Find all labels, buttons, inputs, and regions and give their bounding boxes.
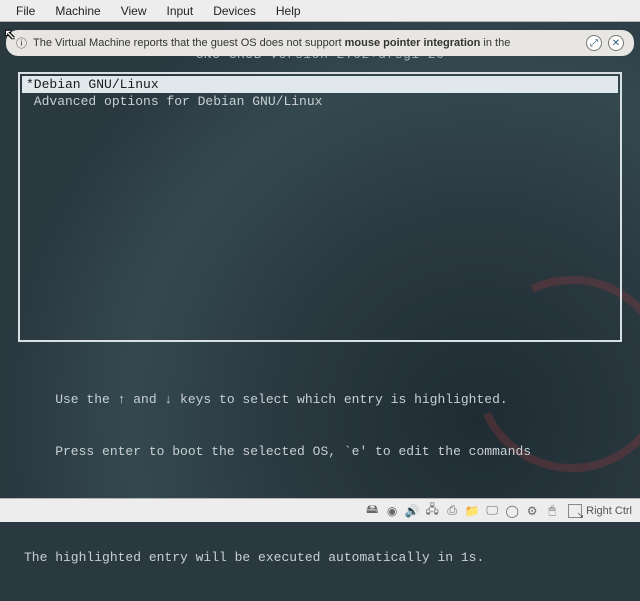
audio-icon[interactable]: 🔊 bbox=[404, 503, 420, 519]
menu-view[interactable]: View bbox=[111, 2, 157, 20]
vm-menubar: File Machine View Input Devices Help bbox=[0, 0, 640, 22]
hard-disk-icon[interactable]: 🖴 bbox=[364, 503, 380, 519]
optical-disk-icon[interactable]: ◉ bbox=[384, 503, 400, 519]
network-icon[interactable]: 🖧 bbox=[424, 503, 440, 519]
grub-menu-box[interactable]: *Debian GNU/Linux Advanced options for D… bbox=[18, 72, 622, 342]
grub-hint-line: Press enter to boot the selected OS, `e'… bbox=[24, 443, 616, 461]
vm-statusbar: 🖴 ◉ 🔊 🖧 ⎙ 📁 🖵 ◯ ⚙ 🖱 Right Ctrl bbox=[0, 498, 640, 522]
mouse-cursor-icon: ↖ bbox=[4, 27, 16, 44]
menu-machine[interactable]: Machine bbox=[45, 2, 110, 20]
grub-hint-line: Use the ↑ and ↓ keys to select which ent… bbox=[24, 391, 616, 409]
grub-entry-advanced[interactable]: Advanced options for Debian GNU/Linux bbox=[22, 93, 618, 111]
usb-icon[interactable]: ⎙ bbox=[444, 503, 460, 519]
display-icon[interactable]: 🖵 bbox=[484, 503, 500, 519]
notification-bar: ⓘ The Virtual Machine reports that the g… bbox=[6, 30, 634, 56]
notification-text: The Virtual Machine reports that the gue… bbox=[33, 37, 580, 49]
menu-input[interactable]: Input bbox=[157, 2, 204, 20]
grub-entry-debian[interactable]: *Debian GNU/Linux bbox=[22, 76, 618, 94]
grub-countdown: The highlighted entry will be executed a… bbox=[24, 549, 616, 567]
hostkey-label: Right Ctrl bbox=[586, 505, 632, 517]
menu-devices[interactable]: Devices bbox=[203, 2, 266, 20]
menu-file[interactable]: File bbox=[6, 2, 45, 20]
hostkey-indicator-icon bbox=[568, 504, 582, 518]
notification-close-button[interactable]: ✕ bbox=[608, 35, 624, 51]
recording-icon[interactable]: ◯ bbox=[504, 503, 520, 519]
info-icon: ⓘ bbox=[16, 35, 27, 51]
notification-expand-button[interactable]: ⤢ bbox=[586, 35, 602, 51]
cpu-icon[interactable]: ⚙ bbox=[524, 503, 540, 519]
shared-folders-icon[interactable]: 📁 bbox=[464, 503, 480, 519]
grub-hints: Use the ↑ and ↓ keys to select which ent… bbox=[24, 356, 616, 601]
menu-help[interactable]: Help bbox=[266, 2, 311, 20]
mouse-integration-icon[interactable]: 🖱 bbox=[544, 503, 560, 519]
